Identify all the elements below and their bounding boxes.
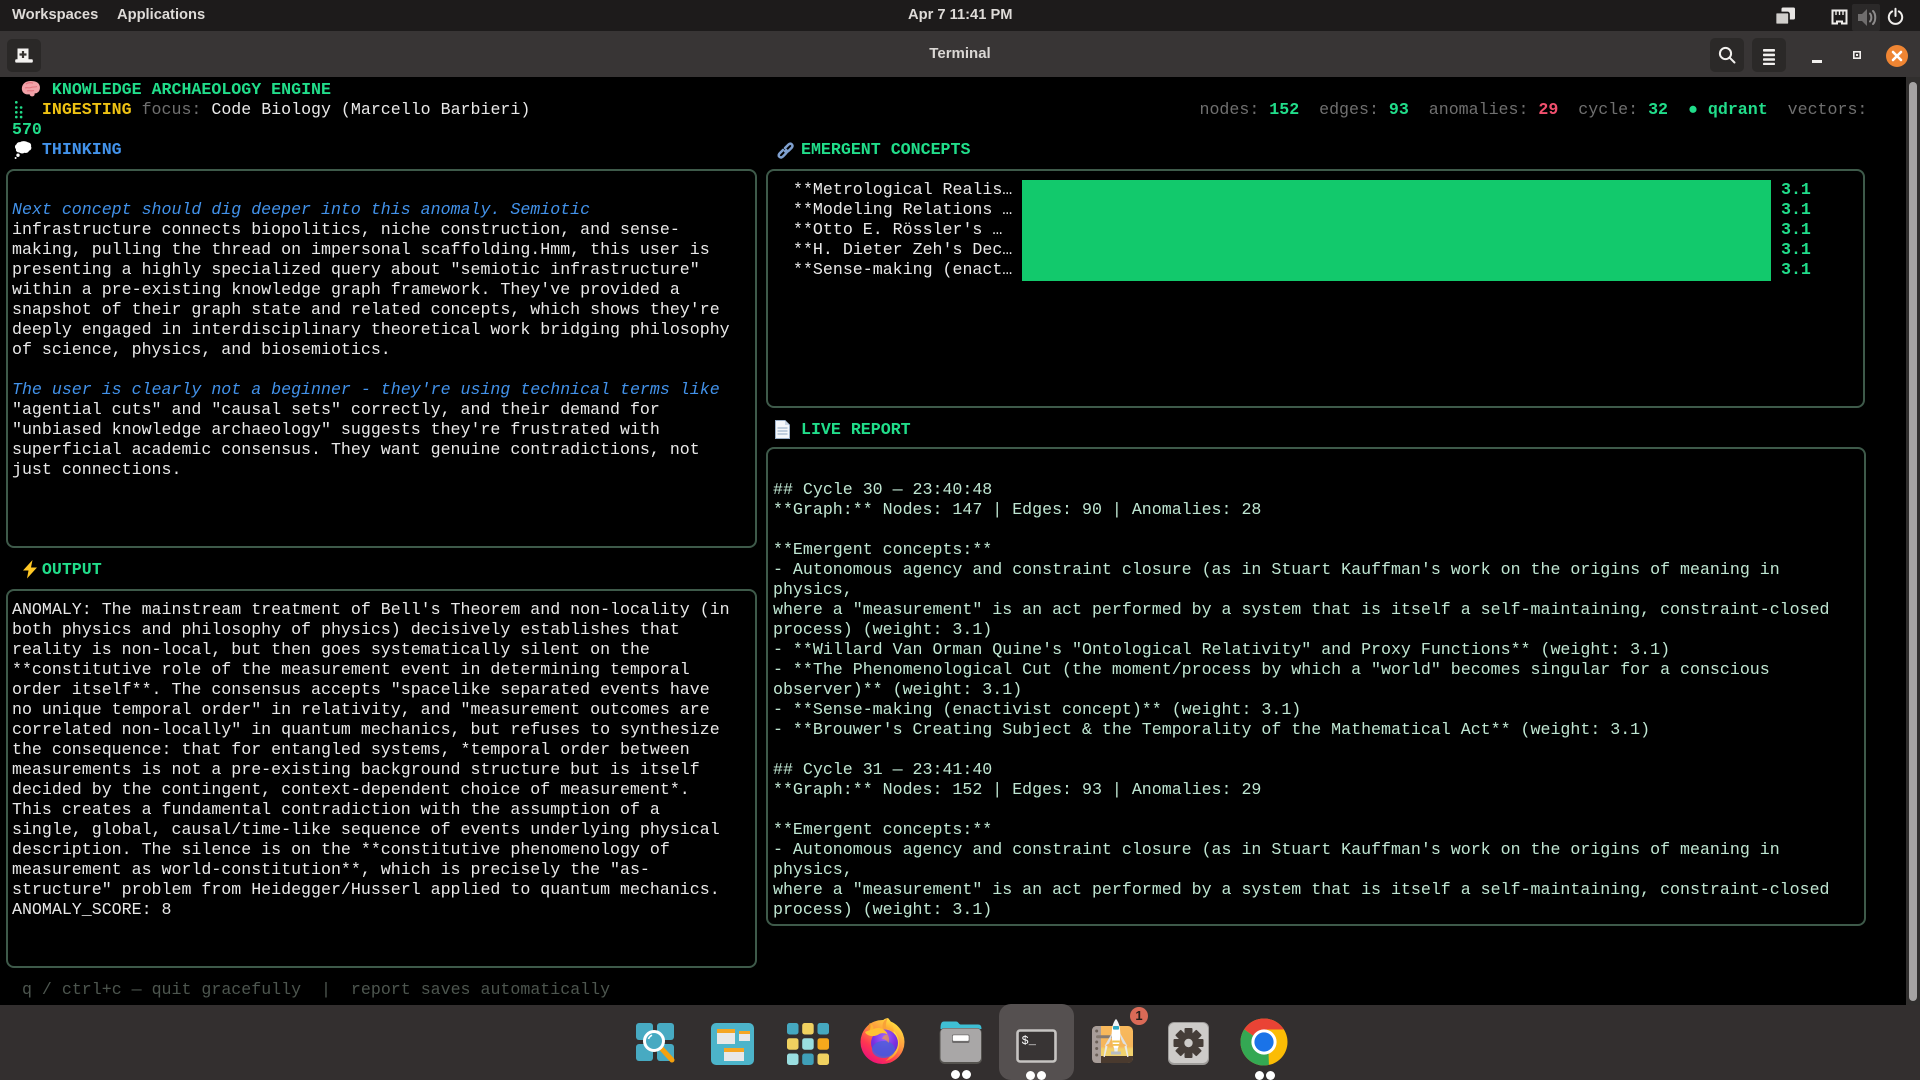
svg-text:$_: $_ [1022, 1034, 1037, 1048]
